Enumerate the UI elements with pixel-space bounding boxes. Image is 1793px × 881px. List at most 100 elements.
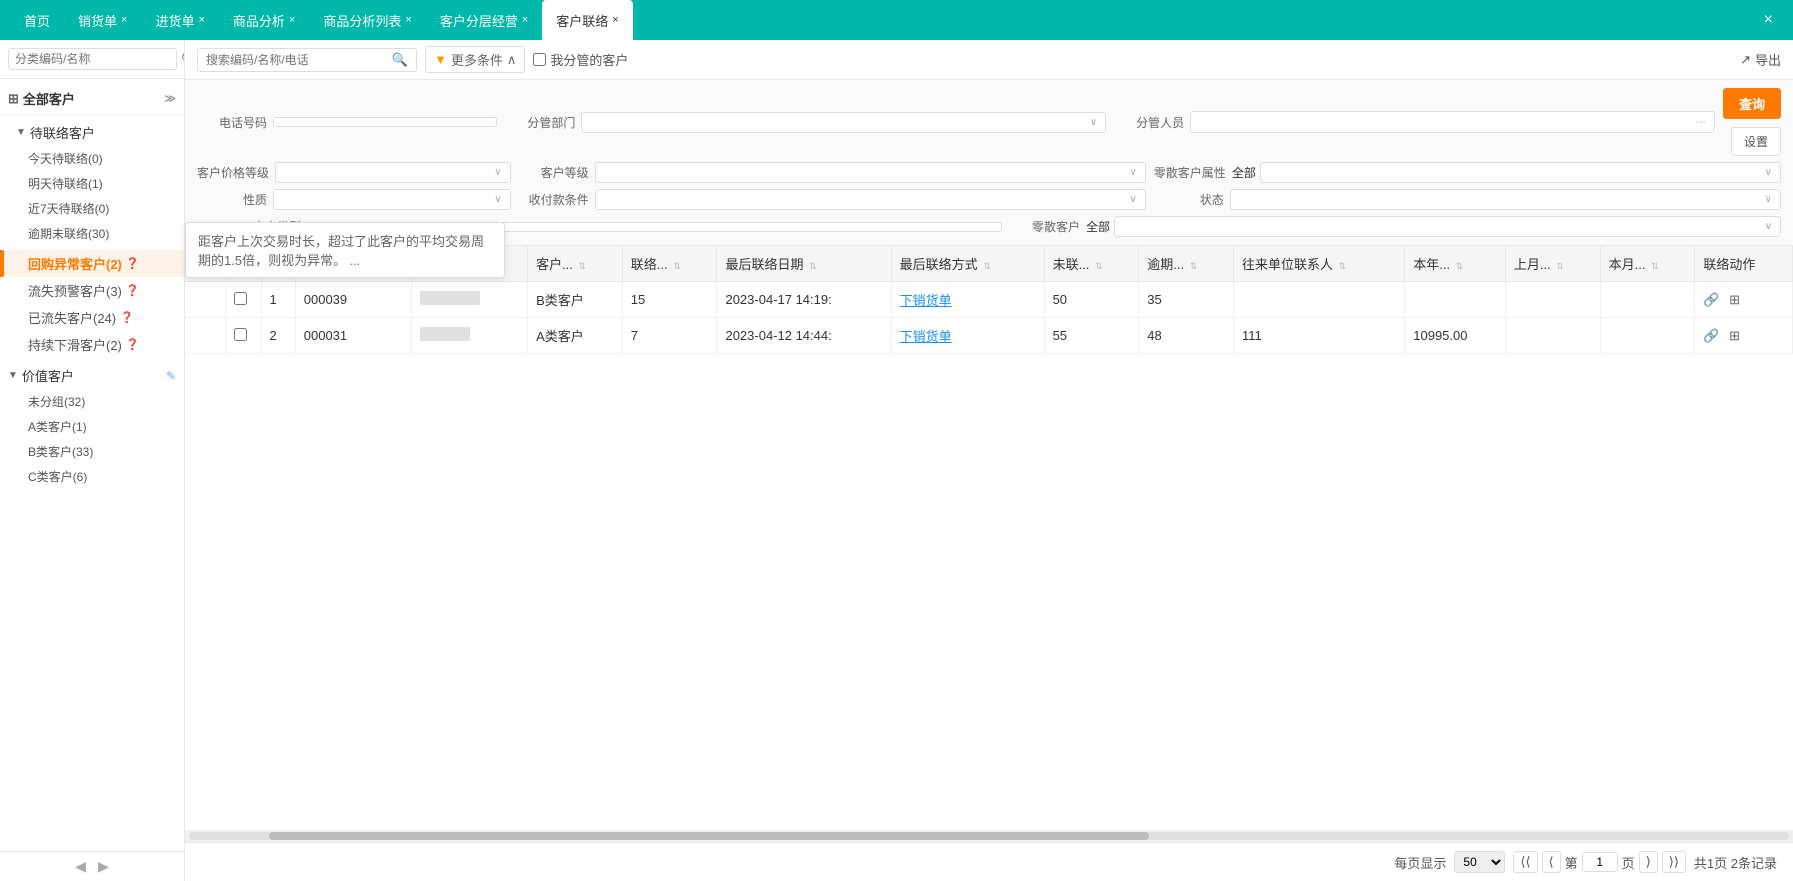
td-last-date-1: 2023-04-17 14:19: [717, 282, 891, 318]
filter-retail-attr: 零散客户属性 全部 ∨ [1154, 162, 1781, 183]
td-empty-1 [185, 282, 225, 318]
row2-checkbox[interactable] [234, 328, 247, 341]
sidebar-group-value-header[interactable]: ▼ 价值客户 ✎ [0, 362, 184, 389]
sidebar-search-input[interactable] [8, 48, 177, 70]
status-input[interactable]: ∨ [1230, 189, 1781, 210]
branch-dept-input[interactable]: ∨ [581, 112, 1106, 133]
phone-input[interactable] [273, 117, 497, 127]
sort-annual-icon[interactable]: ⇅ [1456, 261, 1464, 271]
next-page-button[interactable]: ⟩ [1639, 851, 1658, 873]
filter-phone: 电话号码 [197, 114, 497, 131]
horizontal-scrollbar[interactable] [185, 830, 1793, 842]
td-last-month-1 [1505, 282, 1600, 318]
edit-value-icon[interactable]: ✎ [166, 369, 176, 383]
nav-customer-contact-close[interactable]: × [612, 14, 618, 26]
action-buttons: 查询 设置 [1723, 88, 1781, 156]
more-conditions-button[interactable]: ▼ 更多条件 ∧ [425, 46, 525, 73]
retail-customer-input[interactable]: ∨ [1114, 216, 1781, 237]
price-level-input[interactable]: ∨ [275, 162, 511, 183]
nav-customer-contact[interactable]: 客户联络 × [542, 0, 632, 40]
sidebar-item-today[interactable]: 今天待联络(0) [0, 146, 184, 171]
action-grid-icon-1[interactable]: ⊞ [1729, 292, 1740, 307]
name-placeholder-1 [420, 291, 480, 305]
filter-branch-person: 分管人员 ··· [1114, 111, 1715, 133]
action-link-icon-2[interactable]: 🔗 [1703, 328, 1719, 343]
nav-sales-order[interactable]: 销货单 × [64, 0, 141, 40]
action-link-icon-1[interactable]: 🔗 [1703, 292, 1719, 307]
action-grid-icon-2[interactable]: ⊞ [1729, 328, 1740, 343]
nav-customer-stratification[interactable]: 客户分层经营 × [426, 0, 542, 40]
last-method-link-1[interactable]: 下销货单 [900, 293, 952, 308]
branch-person-input[interactable]: ··· [1190, 111, 1715, 133]
td-annual-1 [1405, 282, 1506, 318]
nav-product-analysis-close[interactable]: × [289, 14, 295, 26]
gender-input[interactable]: ∨ [273, 189, 511, 210]
status-arrow: ∨ [1765, 194, 1772, 205]
sidebar-next-arrow[interactable]: ▶ [94, 856, 113, 877]
sidebar-group-pending-header[interactable]: ▼ 待联络客户 [0, 119, 184, 146]
td-contact-count-2: 7 [622, 318, 717, 354]
page-input[interactable] [1582, 852, 1618, 872]
sort-type-icon[interactable]: ⇅ [579, 261, 587, 271]
sidebar-all-customers[interactable]: ⊞ 全部客户 ≫ [0, 83, 184, 115]
sort-method-icon[interactable]: ⇅ [983, 261, 991, 271]
th-this-month: 本月... ⇅ [1600, 246, 1695, 282]
sort-uncontacted-icon[interactable]: ⇅ [1095, 261, 1103, 271]
more-options-icon[interactable]: ··· [1695, 116, 1706, 128]
tooltip-more-link[interactable]: ... [349, 253, 360, 268]
nav-product-analysis-list[interactable]: 商品分析列表 × [309, 0, 425, 40]
td-last-method-1: 下销货单 [891, 282, 1044, 318]
sort-this-month-icon[interactable]: ⇅ [1651, 261, 1659, 271]
set-button[interactable]: 设置 [1731, 127, 1781, 156]
search-icon[interactable]: 🔍 [392, 52, 408, 68]
sidebar-item-class-c[interactable]: C类客户(6) [0, 464, 184, 489]
payment-input[interactable]: ∨ [595, 189, 1146, 210]
sidebar-item-abnormal-repurchase[interactable]: 回购异常客户(2) ❓ [4, 250, 184, 277]
sort-overdue-icon[interactable]: ⇅ [1190, 261, 1198, 271]
window-close-button[interactable]: × [1764, 11, 1773, 29]
my-customers-checkbox-wrap: 我分管的客户 [533, 50, 628, 69]
last-method-link-2[interactable]: 下销货单 [900, 329, 952, 344]
sidebar-item-class-a[interactable]: A类客户(1) [0, 414, 184, 439]
chevron-icon: ∧ [507, 52, 517, 68]
first-page-button[interactable]: ⟨⟨ [1513, 851, 1537, 873]
query-button[interactable]: 查询 [1723, 88, 1781, 119]
sidebar-item-7days[interactable]: 近7天待联络(0) [0, 196, 184, 221]
td-code-2: 000031 [295, 318, 411, 354]
sort-person-icon[interactable]: ⇅ [1339, 261, 1347, 271]
customer-level-input[interactable]: ∨ [595, 162, 1146, 183]
nav-purchase-order[interactable]: 进货单 × [141, 0, 218, 40]
per-page-select[interactable]: 50 10 20 100 [1454, 851, 1505, 873]
sort-last-month-icon[interactable]: ⇅ [1556, 261, 1564, 271]
sort-date-icon[interactable]: ⇅ [809, 261, 817, 271]
sidebar-item-declining[interactable]: 持续下滑客户(2) ❓ [0, 331, 184, 358]
my-customers-checkbox[interactable] [533, 53, 546, 66]
last-page-button[interactable]: ⟩⟩ [1662, 851, 1686, 873]
nav-customer-stratification-close[interactable]: × [522, 14, 528, 26]
top-navigation: 首页 销货单 × 进货单 × 商品分析 × 商品分析列表 × 客户分层经营 × … [0, 0, 1793, 40]
nav-product-analysis[interactable]: 商品分析 × [219, 0, 309, 40]
retail-attr-input[interactable]: ∨ [1260, 162, 1781, 183]
row1-checkbox[interactable] [234, 292, 247, 305]
sidebar: 🔍 ⊞ 全部客户 ≫ ▼ 待联络客户 今天待联络(0) 明天待联络(1) 近7天… [0, 40, 185, 881]
sidebar-item-ungrouped[interactable]: 未分组(32) [0, 389, 184, 414]
sidebar-item-churned[interactable]: 已流失客户(24) ❓ [0, 304, 184, 331]
collapse-icon[interactable]: ≫ [164, 92, 176, 105]
nav-purchase-order-close[interactable]: × [198, 14, 204, 26]
sidebar-item-churn-warning[interactable]: 流失预警客户(3) ❓ [0, 277, 184, 304]
sidebar-item-overdue[interactable]: 逾期未联络(30) [0, 221, 184, 246]
nav-product-analysis-list-close[interactable]: × [405, 14, 411, 26]
scrollbar-thumb[interactable] [269, 832, 1149, 840]
sidebar-prev-arrow[interactable]: ◀ [71, 856, 90, 877]
sidebar-item-tomorrow[interactable]: 明天待联络(1) [0, 171, 184, 196]
sidebar-group-value: ▼ 价值客户 ✎ 未分组(32) A类客户(1) B类客户(33) C类客户(6… [0, 358, 184, 493]
sort-contact-count-icon[interactable]: ⇅ [673, 261, 681, 271]
td-checkbox-2 [225, 318, 261, 354]
prev-page-button[interactable]: ⟨ [1542, 851, 1561, 873]
export-button[interactable]: ↗ 导出 [1740, 50, 1781, 69]
sidebar-item-class-b[interactable]: B类客户(33) [0, 439, 184, 464]
filter-row-1: 电话号码 分管部门 ∨ 分管人员 ··· 查询 设置 [197, 88, 1781, 156]
main-search-input[interactable] [206, 53, 388, 67]
nav-sales-order-close[interactable]: × [121, 14, 127, 26]
nav-home[interactable]: 首页 [10, 0, 64, 40]
